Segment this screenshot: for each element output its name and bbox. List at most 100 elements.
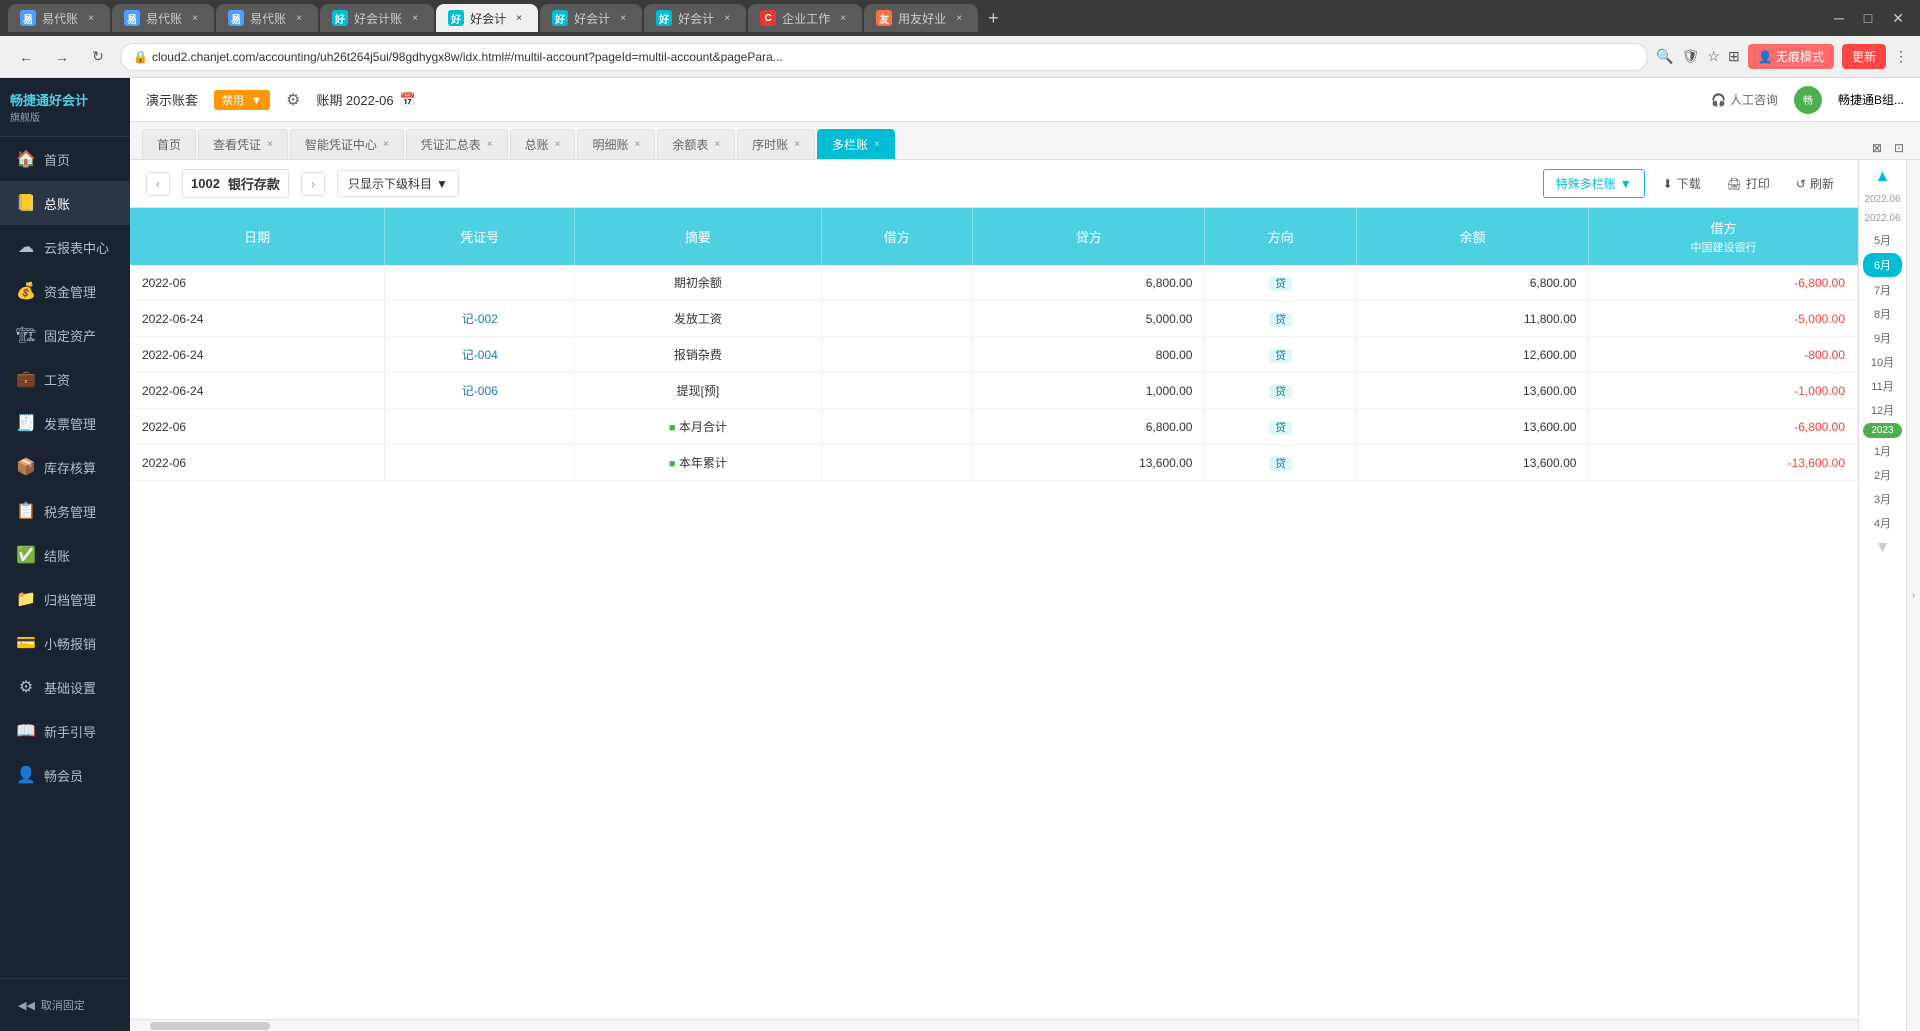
voucher-link[interactable]: 记-006 — [462, 384, 498, 398]
horizontal-scrollbar[interactable] — [130, 1019, 1858, 1031]
account-badge[interactable]: 禁用 ▼ — [214, 90, 270, 110]
page-tab-smart-voucher-close[interactable]: × — [383, 139, 389, 150]
page-tab-balance-table-close[interactable]: × — [714, 139, 720, 150]
page-tab-sequential-ledger[interactable]: 序时账 × — [737, 129, 815, 159]
timeline-2023-month-4[interactable]: 4月 — [1859, 511, 1906, 535]
tab-7[interactable]: 好 好会计 × — [644, 4, 746, 32]
page-tab-multi-column[interactable]: 多栏账 × — [817, 129, 895, 159]
page-tab-voucher-summary-close[interactable]: × — [487, 139, 493, 150]
tab-3-close[interactable]: × — [292, 11, 306, 25]
user-avatar[interactable]: 畅 — [1794, 86, 1822, 114]
sidebar-item-salary[interactable]: 💼 工资 — [0, 357, 130, 401]
timeline-down-button[interactable]: ▼ — [1871, 535, 1895, 561]
sidebar-item-home[interactable]: 🏠 首页 — [0, 137, 130, 181]
sidebar-item-fund[interactable]: 💰 资金管理 — [0, 269, 130, 313]
voucher-link[interactable]: 记-004 — [462, 348, 498, 362]
prev-account-button[interactable]: ‹ — [146, 172, 170, 196]
download-button[interactable]: ⬇ 下载 — [1655, 171, 1709, 196]
tab-4-close[interactable]: × — [408, 11, 422, 25]
timeline-month-12[interactable]: 12月 — [1859, 398, 1906, 422]
collapse-panel[interactable]: › — [1906, 160, 1920, 1031]
settings-top-icon[interactable]: ⚙ — [286, 90, 300, 110]
page-tab-home[interactable]: 首页 — [142, 129, 196, 159]
page-tab-detail-ledger-close[interactable]: × — [634, 139, 640, 150]
tab-7-close[interactable]: × — [720, 11, 734, 25]
sidebar-item-expense[interactable]: 💳 小畅报销 — [0, 621, 130, 665]
account-selector[interactable]: 1002 银行存款 — [182, 169, 289, 198]
collapse-tabs-icon[interactable]: ⊠ — [1868, 137, 1886, 159]
page-tab-detail-ledger[interactable]: 明细账 × — [577, 129, 655, 159]
tab-1-close[interactable]: × — [84, 11, 98, 25]
maximize-button[interactable]: □ — [1856, 6, 1880, 30]
search-icon[interactable]: 🔍 — [1656, 48, 1673, 65]
sidebar-item-inventory[interactable]: 📦 库存核算 — [0, 445, 130, 489]
page-tab-smart-voucher[interactable]: 智能凭证中心 × — [290, 129, 404, 159]
tab-8[interactable]: C 企业工作 × — [748, 4, 862, 32]
sidebar-item-fixed-assets[interactable]: 🏗 固定资产 — [0, 313, 130, 357]
page-tab-balance-table[interactable]: 余额表 × — [657, 129, 735, 159]
tab-3[interactable]: 易 易代账 × — [216, 4, 318, 32]
refresh-button[interactable]: ↻ — [84, 43, 112, 71]
expand-tabs-icon[interactable]: ⊡ — [1890, 137, 1908, 159]
menu-icon[interactable]: ⋮ — [1894, 48, 1908, 65]
special-multi-column-button[interactable]: 特殊多栏账 ▼ — [1543, 169, 1645, 198]
close-browser-button[interactable]: ✕ — [1884, 6, 1912, 31]
sidebar-item-tax[interactable]: 📋 税务管理 — [0, 489, 130, 533]
scrollbar-thumb[interactable] — [150, 1022, 270, 1030]
timeline-month-6[interactable]: 6月 — [1863, 253, 1902, 277]
wuhen-button[interactable]: 👤 无痕模式 — [1748, 44, 1834, 69]
sidebar-item-invoice[interactable]: 🧾 发票管理 — [0, 401, 130, 445]
sidebar-item-settlement[interactable]: ✅ 结账 — [0, 533, 130, 577]
timeline-2023-month-3[interactable]: 3月 — [1859, 487, 1906, 511]
page-tab-view-voucher-close[interactable]: × — [267, 139, 273, 150]
sidebar-item-general-ledger[interactable]: 📒 总账 — [0, 181, 130, 225]
url-bar[interactable]: 🔒 cloud2.chanjet.com/accounting/uh26t264… — [120, 43, 1648, 71]
sidebar-item-cloud-report[interactable]: ☁ 云报表中心 — [0, 225, 130, 269]
update-button[interactable]: 更新 — [1842, 44, 1886, 69]
tab-2-close[interactable]: × — [188, 11, 202, 25]
filter-button[interactable]: 只显示下级科目 ▼ — [337, 170, 459, 197]
shield-icon[interactable]: 🛡 — [1682, 48, 1700, 65]
timeline-month-9[interactable]: 9月 — [1859, 326, 1906, 350]
timeline-2023-month-2[interactable]: 2月 — [1859, 463, 1906, 487]
timeline-month-10[interactable]: 10月 — [1859, 350, 1906, 374]
timeline-2023-month-1[interactable]: 1月 — [1859, 439, 1906, 463]
back-button[interactable]: ← — [12, 43, 40, 71]
forward-button[interactable]: → — [48, 43, 76, 71]
cell-voucher[interactable]: 记-004 — [385, 337, 575, 373]
print-button[interactable]: 🖨 打印 — [1719, 171, 1778, 196]
sidebar-browser-icon[interactable]: ⊞ — [1728, 48, 1740, 65]
refresh-button[interactable]: ↺ 刷新 — [1788, 171, 1842, 196]
page-tab-sequential-ledger-close[interactable]: × — [794, 139, 800, 150]
timeline-month-11[interactable]: 11月 — [1859, 374, 1906, 398]
tab-9[interactable]: 友 用友好业 × — [864, 4, 978, 32]
sidebar-item-guide[interactable]: 📖 新手引导 — [0, 709, 130, 753]
tab-5-close[interactable]: × — [512, 11, 526, 25]
page-tab-general-ledger[interactable]: 总账 × — [510, 129, 576, 159]
period-selector[interactable]: 账期 2022-06 📅 — [316, 90, 416, 109]
timeline-up-button[interactable]: ▲ — [1871, 164, 1895, 190]
cell-voucher[interactable]: 记-002 — [385, 301, 575, 337]
page-tab-voucher-summary[interactable]: 凭证汇总表 × — [406, 129, 508, 159]
cell-voucher[interactable]: 记-006 — [385, 373, 575, 409]
sidebar-item-membership[interactable]: 👤 畅会员 — [0, 753, 130, 797]
tab-8-close[interactable]: × — [836, 11, 850, 25]
minimize-button[interactable]: ─ — [1826, 6, 1852, 30]
sidebar-item-archive[interactable]: 📁 归档管理 — [0, 577, 130, 621]
timeline-month-5[interactable]: 5月 — [1859, 228, 1906, 252]
tab-9-close[interactable]: × — [952, 11, 966, 25]
sidebar-item-settings[interactable]: ⚙ 基础设置 — [0, 665, 130, 709]
tab-4[interactable]: 好 好会计账 × — [320, 4, 434, 32]
page-tab-view-voucher[interactable]: 查看凭证 × — [198, 129, 288, 159]
page-tab-general-ledger-close[interactable]: × — [555, 139, 561, 150]
star-icon[interactable]: ☆ — [1707, 48, 1720, 65]
tab-5[interactable]: 好 好会计 × — [436, 4, 538, 32]
tab-6-close[interactable]: × — [616, 11, 630, 25]
tab-6[interactable]: 好 好会计 × — [540, 4, 642, 32]
new-tab-button[interactable]: + — [980, 8, 1007, 29]
tab-1[interactable]: 易 易代账 × — [8, 4, 110, 32]
voucher-link[interactable]: 记-002 — [462, 312, 498, 326]
pin-button[interactable]: ◀◀ 取消固定 — [10, 989, 120, 1021]
timeline-month-7[interactable]: 7月 — [1859, 278, 1906, 302]
timeline-month-8[interactable]: 8月 — [1859, 302, 1906, 326]
